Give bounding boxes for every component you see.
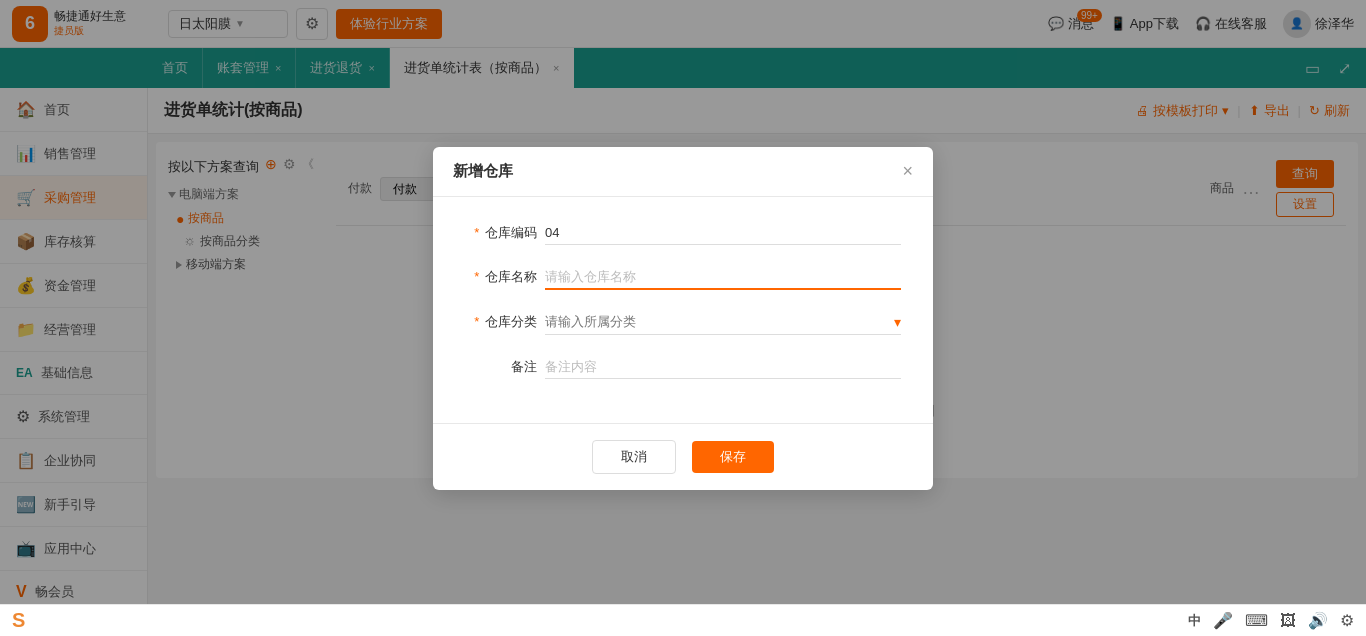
name-label-text: 仓库名称 — [485, 269, 537, 284]
display-icon[interactable]: 🖼 — [1280, 612, 1296, 630]
status-bar: S 中 🎤 ⌨ 🖼 🔊 ⚙ — [0, 604, 1366, 636]
save-button[interactable]: 保存 — [692, 441, 774, 473]
form-row-note: 备注 — [465, 355, 901, 379]
note-label: 备注 — [465, 358, 537, 376]
category-dropdown-arrow[interactable]: ▾ — [894, 314, 901, 330]
form-row-code: * 仓库编码 — [465, 221, 901, 245]
modal-body: * 仓库编码 * 仓库名称 * 仓库分类 — [433, 197, 933, 423]
chinese-input-indicator[interactable]: 中 — [1188, 612, 1201, 630]
add-warehouse-modal: 新增仓库 × * 仓库编码 * 仓库名称 — [433, 147, 933, 490]
name-label: * 仓库名称 — [465, 268, 537, 286]
status-icons: 中 🎤 ⌨ 🖼 🔊 ⚙ — [1188, 611, 1354, 630]
code-input[interactable] — [545, 221, 901, 245]
modal-footer: 取消 保存 — [433, 423, 933, 490]
category-input[interactable] — [545, 314, 894, 329]
code-label: * 仓库编码 — [465, 224, 537, 242]
code-required: * — [474, 225, 479, 240]
category-label: * 仓库分类 — [465, 313, 537, 331]
code-label-text: 仓库编码 — [485, 225, 537, 240]
category-select-row[interactable]: ▾ — [545, 310, 901, 335]
status-logo: S — [12, 609, 25, 632]
modal-close-button[interactable]: × — [902, 161, 913, 182]
form-row-category: * 仓库分类 ▾ — [465, 310, 901, 335]
category-required: * — [474, 314, 479, 329]
category-label-text: 仓库分类 — [485, 314, 537, 329]
modal-header: 新增仓库 × — [433, 147, 933, 197]
modal-overlay: 新增仓库 × * 仓库编码 * 仓库名称 — [0, 0, 1366, 636]
form-row-name: * 仓库名称 — [465, 265, 901, 290]
name-input[interactable] — [545, 265, 901, 290]
mic-icon[interactable]: 🎤 — [1213, 611, 1233, 630]
cancel-button[interactable]: 取消 — [592, 440, 676, 474]
note-label-text: 备注 — [511, 359, 537, 374]
system-tray-icon[interactable]: ⚙ — [1340, 611, 1354, 630]
name-required: * — [474, 269, 479, 284]
speaker-icon[interactable]: 🔊 — [1308, 611, 1328, 630]
keyboard-icon[interactable]: ⌨ — [1245, 611, 1268, 630]
s-brand-icon: S — [12, 609, 25, 632]
note-input[interactable] — [545, 355, 901, 379]
modal-title: 新增仓库 — [453, 162, 513, 181]
